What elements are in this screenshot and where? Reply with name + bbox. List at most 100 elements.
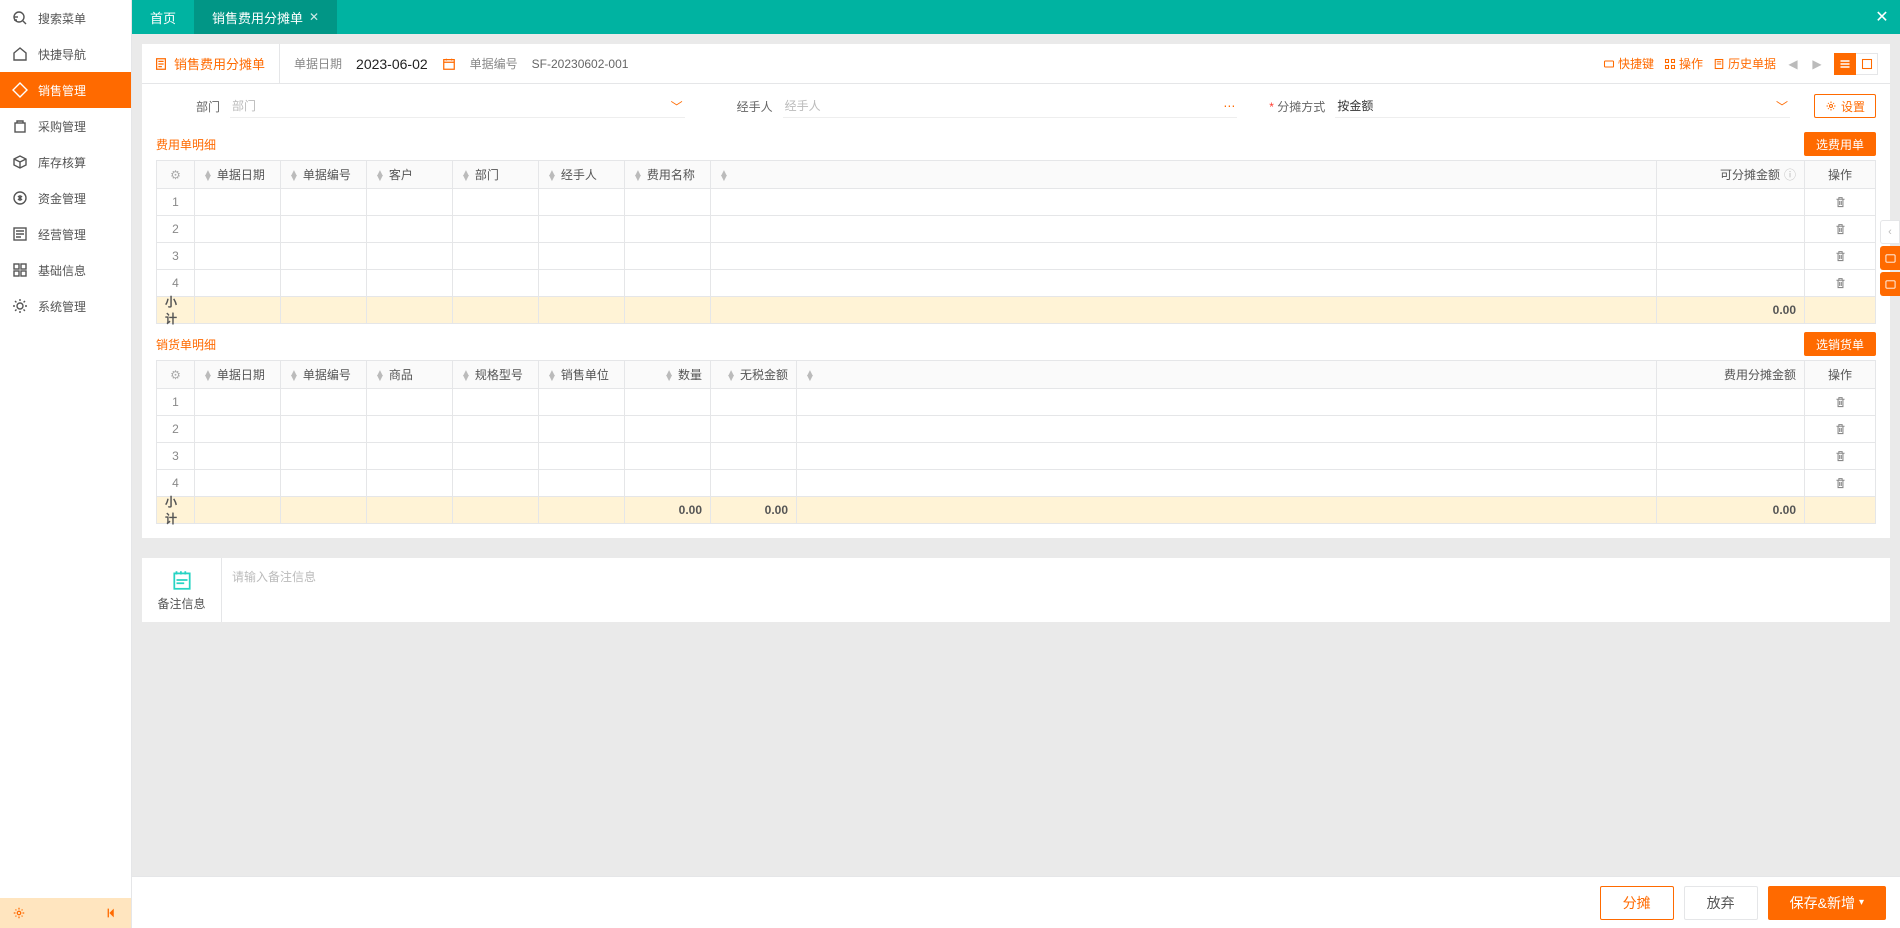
sidebar-footer: [0, 898, 131, 928]
table-row[interactable]: 1: [157, 188, 1875, 215]
col-handler[interactable]: ▲▼经手人: [539, 161, 625, 188]
col-date[interactable]: ▲▼单据日期: [195, 361, 281, 388]
close-all-tabs[interactable]: ✕: [1864, 0, 1900, 34]
col-gear[interactable]: [157, 161, 195, 188]
department-input[interactable]: [230, 94, 685, 118]
sales-section: 销货单明细 选销货单 ▲▼单据日期 ▲▼单据编号 ▲▼商品 ▲▼规格型号 ▲▼销…: [142, 332, 1890, 538]
save-button[interactable]: 保存&新增 ▾: [1768, 886, 1886, 920]
doc-meta: 单据日期 2023-06-02 单据编号 SF-20230602-001: [294, 55, 628, 72]
col-qty[interactable]: ▲▼数量: [625, 361, 711, 388]
tab-home[interactable]: 首页: [132, 0, 194, 34]
rail-tab-2[interactable]: [1880, 272, 1900, 296]
chevron-down-icon[interactable]: ﹀: [1776, 98, 1788, 115]
sidebar-item-sales[interactable]: 销售管理: [0, 72, 131, 108]
select-fee-button[interactable]: 选费用单: [1804, 132, 1876, 156]
settings-icon[interactable]: [12, 906, 26, 920]
table-row[interactable]: 3: [157, 442, 1875, 469]
view-mode-toggle: [1834, 53, 1878, 75]
hotkey-link[interactable]: 快捷键: [1603, 55, 1654, 72]
rail-collapse[interactable]: ‹: [1880, 220, 1900, 244]
search-icon: [12, 10, 28, 26]
rail-tab-1[interactable]: [1880, 246, 1900, 270]
table-row[interactable]: 2: [157, 215, 1875, 242]
doc-icon: [154, 57, 168, 71]
sidebar-item-funds[interactable]: 资金管理: [0, 180, 131, 216]
help-icon[interactable]: ⓘ: [1784, 166, 1796, 183]
history-link[interactable]: 历史单据: [1713, 55, 1776, 72]
grid-icon: [12, 262, 28, 278]
table-row[interactable]: 4: [157, 269, 1875, 296]
remarks-input[interactable]: [222, 558, 1890, 622]
col-department[interactable]: ▲▼部门: [453, 161, 539, 188]
prev-doc-button[interactable]: ◀: [1786, 57, 1800, 71]
chevron-down-icon[interactable]: ﹀: [671, 98, 683, 115]
sidebar-item-business[interactable]: 经营管理: [0, 216, 131, 252]
col-date[interactable]: ▲▼单据日期: [195, 161, 281, 188]
trash-icon[interactable]: [1834, 450, 1847, 463]
settings-button[interactable]: 设置: [1814, 94, 1876, 118]
sidebar-item-inventory[interactable]: 库存核算: [0, 144, 131, 180]
trash-icon[interactable]: [1834, 477, 1847, 490]
discard-button[interactable]: 放弃: [1684, 886, 1758, 920]
gear-icon: [170, 368, 181, 382]
col-code[interactable]: ▲▼单据编号: [281, 161, 367, 188]
col-unit[interactable]: ▲▼销售单位: [539, 361, 625, 388]
col-gear[interactable]: [157, 361, 195, 388]
trash-icon[interactable]: [1834, 277, 1847, 290]
trash-icon[interactable]: [1834, 223, 1847, 236]
trash-icon[interactable]: [1834, 423, 1847, 436]
method-select[interactable]: [1335, 94, 1790, 118]
field-handler: 经手人 ⋯: [709, 94, 1238, 118]
sidebar-label: 系统管理: [38, 298, 86, 315]
collapse-icon[interactable]: [105, 906, 119, 920]
doc-header: 销售费用分摊单 单据日期 2023-06-02 单据编号 SF-20230602…: [142, 44, 1890, 84]
trash-icon[interactable]: [1834, 396, 1847, 409]
date-value[interactable]: 2023-06-02: [356, 56, 428, 72]
sidebar-item-quicknav[interactable]: 快捷导航: [0, 36, 131, 72]
action-footer: 分摊 放弃 保存&新增 ▾: [132, 876, 1900, 928]
col-customer[interactable]: ▲▼客户: [367, 161, 453, 188]
subtotal-row: 小计 0.00: [157, 296, 1875, 323]
more-icon[interactable]: ⋯: [1223, 99, 1235, 113]
trash-icon[interactable]: [1834, 196, 1847, 209]
close-icon[interactable]: ✕: [309, 10, 319, 24]
subtotal-label: 小计: [157, 497, 195, 523]
table-row[interactable]: 3: [157, 242, 1875, 269]
col-allocatable[interactable]: 可分摊金额 ⓘ: [1657, 161, 1805, 188]
calendar-icon[interactable]: [442, 57, 456, 71]
sidebar-label: 资金管理: [38, 190, 86, 207]
view-list-button[interactable]: [1834, 53, 1856, 75]
workspace-tabs: 首页 销售费用分摊单 ✕ ✕: [132, 0, 1900, 34]
sidebar-item-basedata[interactable]: 基础信息: [0, 252, 131, 288]
table-row[interactable]: 1: [157, 388, 1875, 415]
form-row: 部门 ﹀ 经手人 ⋯ 分摊方式 ﹀: [142, 84, 1890, 128]
select-sales-button[interactable]: 选销货单: [1804, 332, 1876, 356]
sidebar-label: 采购管理: [38, 118, 86, 135]
col-spec[interactable]: ▲▼规格型号: [453, 361, 539, 388]
sales-table: ▲▼单据日期 ▲▼单据编号 ▲▼商品 ▲▼规格型号 ▲▼销售单位 ▲▼数量 ▲▼…: [156, 360, 1876, 524]
col-product[interactable]: ▲▼商品: [367, 361, 453, 388]
gear-icon: [170, 168, 181, 182]
note-icon: [171, 569, 193, 591]
handler-input[interactable]: [783, 94, 1238, 118]
next-doc-button[interactable]: ▶: [1810, 57, 1824, 71]
col-operate: 操作: [1805, 161, 1875, 188]
col-feename[interactable]: ▲▼费用名称: [625, 161, 711, 188]
operate-link[interactable]: 操作: [1664, 55, 1703, 72]
table-row[interactable]: 4: [157, 469, 1875, 496]
allocate-button[interactable]: 分摊: [1600, 886, 1674, 920]
col-notax[interactable]: ▲▼无税金额: [711, 361, 797, 388]
trash-icon[interactable]: [1834, 250, 1847, 263]
sidebar-item-system[interactable]: 系统管理: [0, 288, 131, 324]
tab-current[interactable]: 销售费用分摊单 ✕: [194, 0, 337, 34]
table-row[interactable]: 2: [157, 415, 1875, 442]
col-spacer: ▲▼: [711, 161, 1657, 188]
col-feeamt[interactable]: 费用分摊金额: [1657, 361, 1805, 388]
list-icon: [12, 226, 28, 242]
sidebar-item-purchase[interactable]: 采购管理: [0, 108, 131, 144]
view-card-button[interactable]: [1856, 53, 1878, 75]
sidebar-item-search[interactable]: 搜索菜单: [0, 0, 131, 36]
section-title: 销货单明细: [156, 336, 216, 353]
tab-label: 销售费用分摊单: [212, 8, 303, 27]
col-code[interactable]: ▲▼单据编号: [281, 361, 367, 388]
